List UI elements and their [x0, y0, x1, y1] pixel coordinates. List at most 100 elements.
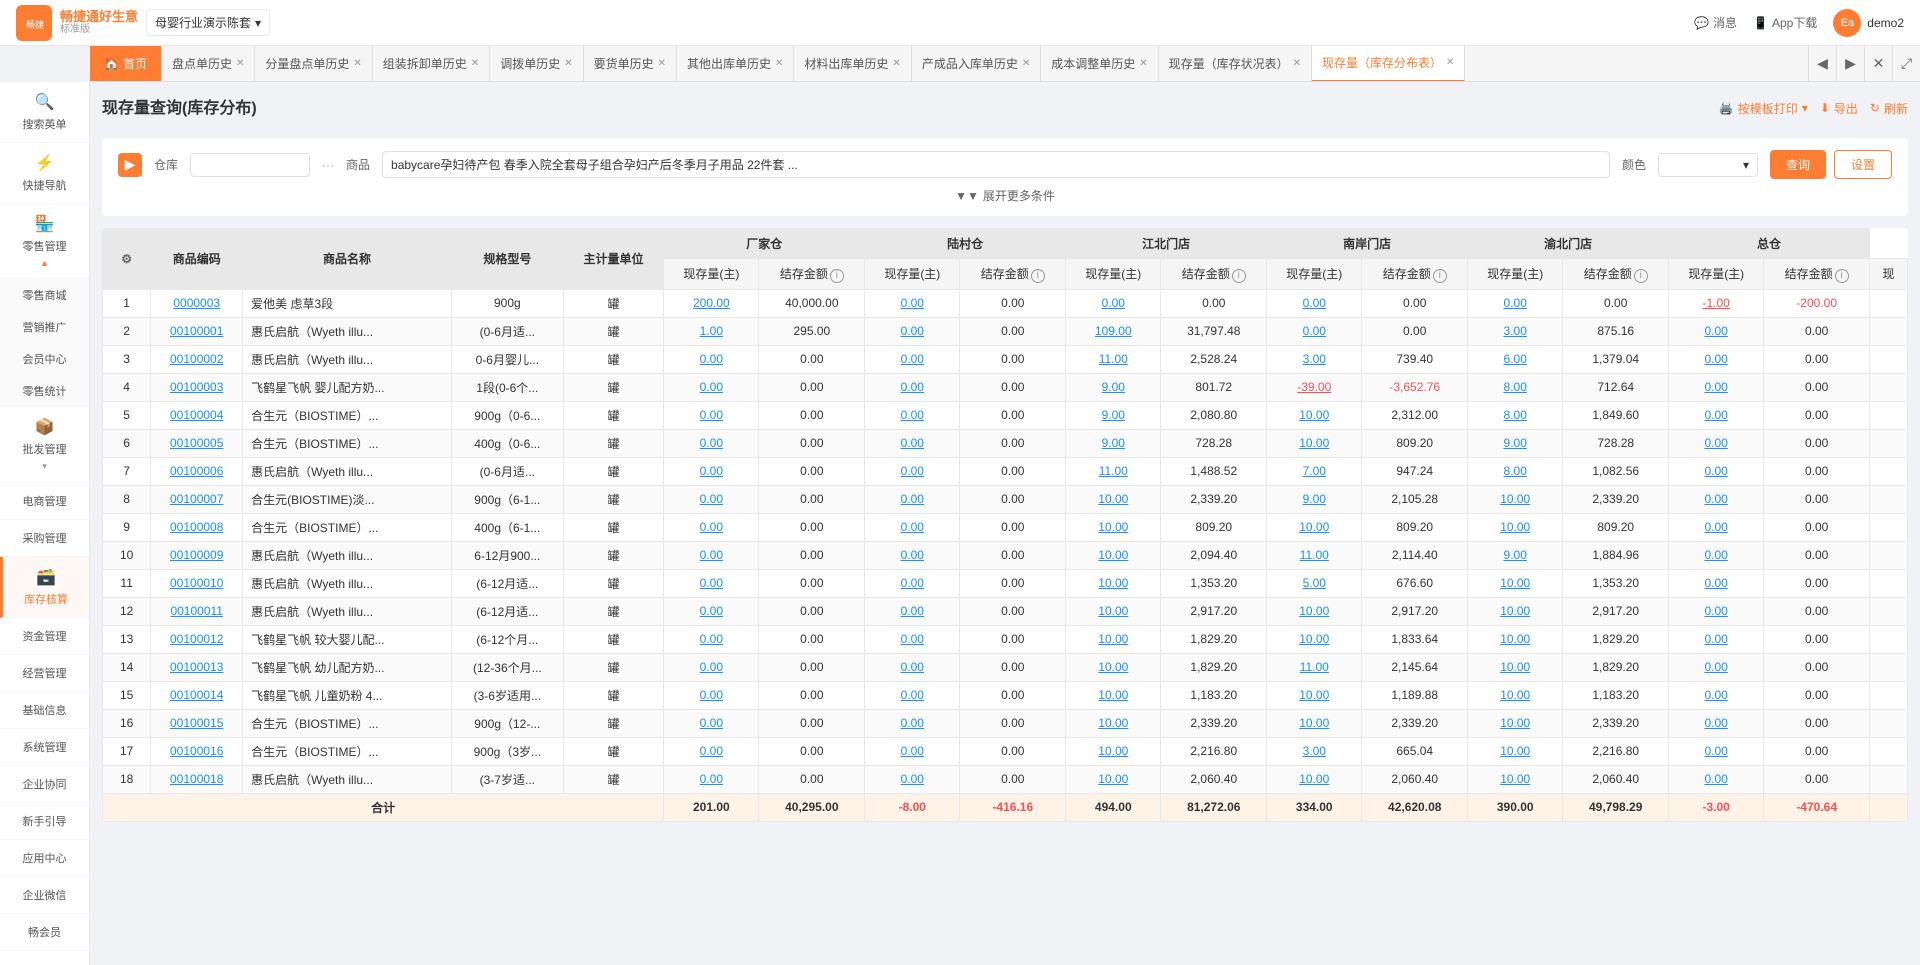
- jiangbei-qty-link[interactable]: 11.00: [1099, 352, 1128, 366]
- zongcang-qty-link[interactable]: 0.00: [1705, 632, 1728, 646]
- changjiia-qty-link[interactable]: 0.00: [700, 464, 723, 478]
- print-btn[interactable]: 🖨️ 按模板打印 ▾: [1719, 100, 1808, 117]
- jiangbei-qty-link[interactable]: 10.00: [1098, 520, 1128, 534]
- nanan-qty-link[interactable]: 11.00: [1300, 660, 1329, 674]
- yubei-qty-link[interactable]: 10.00: [1500, 632, 1530, 646]
- code-link[interactable]: 00100008: [170, 520, 223, 534]
- zongcang-qty-link[interactable]: 0.00: [1705, 772, 1728, 786]
- yubei-qty-link[interactable]: 10.00: [1500, 520, 1530, 534]
- yubei-qty-link[interactable]: 8.00: [1504, 380, 1527, 394]
- tab-split-stocktake[interactable]: 分量盘点单历史 ✕: [255, 46, 372, 82]
- lucun-qty-link[interactable]: 0.00: [901, 744, 924, 758]
- product-field[interactable]: babycare孕妇待产包 春季入院全套母子组合孕妇产后冬季月子用品 22件套 …: [382, 151, 1610, 178]
- lucun-qty-link[interactable]: 0.00: [901, 576, 924, 590]
- lucun-qty-link[interactable]: 0.00: [901, 352, 924, 366]
- user-profile[interactable]: Ea demo2: [1833, 9, 1904, 37]
- changjiia-qty-link[interactable]: 0.00: [700, 380, 723, 394]
- sidebar-item-members[interactable]: 畅会员: [0, 914, 89, 951]
- tab-next-btn[interactable]: ▶: [1836, 46, 1864, 82]
- tab-close-cost-adjust[interactable]: ✕: [1139, 58, 1147, 69]
- sidebar-item-guide[interactable]: 新手引导: [0, 803, 89, 840]
- changjiia-qty-link[interactable]: 0.00: [700, 548, 723, 562]
- sidebar-item-search[interactable]: 🔍 搜索英单: [0, 82, 89, 143]
- changjiia-qty-link[interactable]: 0.00: [700, 408, 723, 422]
- lucun-qty-link[interactable]: 0.00: [901, 604, 924, 618]
- code-link[interactable]: 00100011: [170, 604, 223, 618]
- app-download-btn[interactable]: 📱 App下载: [1753, 14, 1817, 31]
- nanan-qty-link[interactable]: 7.00: [1303, 464, 1326, 478]
- sidebar-item-apps[interactable]: 应用中心: [0, 840, 89, 877]
- nanan-qty-link[interactable]: 3.00: [1303, 352, 1326, 366]
- filter-toggle-btn[interactable]: ▶: [118, 153, 142, 177]
- yubei-qty-link[interactable]: 10.00: [1500, 744, 1530, 758]
- lucun-qty-link[interactable]: 0.00: [901, 772, 924, 786]
- nanan-qty-link[interactable]: 10.00: [1299, 688, 1329, 702]
- sidebar-item-purchase[interactable]: 采购管理: [0, 520, 89, 557]
- jiangbei-qty-link[interactable]: 9.00: [1102, 436, 1125, 450]
- changjiia-qty-link[interactable]: 0.00: [700, 492, 723, 506]
- yubei-qty-link[interactable]: 10.00: [1500, 772, 1530, 786]
- nanan-qty-link[interactable]: 9.00: [1303, 492, 1326, 506]
- yubei-qty-link[interactable]: 9.00: [1504, 436, 1527, 450]
- zongcang-qty-link[interactable]: 0.00: [1705, 716, 1728, 730]
- zongcang-qty-link[interactable]: 0.00: [1705, 408, 1728, 422]
- messages-btn[interactable]: 💬 消息: [1694, 14, 1737, 31]
- warehouse-input[interactable]: [190, 153, 310, 177]
- changjiia-qty-link[interactable]: 0.00: [700, 632, 723, 646]
- sidebar-item-member[interactable]: 会员中心: [0, 343, 89, 375]
- nanan-qty-link[interactable]: 11.00: [1300, 548, 1329, 562]
- nanan-qty-link[interactable]: 5.00: [1303, 576, 1326, 590]
- sidebar-item-finance[interactable]: 资金管理: [0, 618, 89, 655]
- lucun-qty-link[interactable]: 0.00: [901, 716, 924, 730]
- changjiia-qty-link[interactable]: 200.00: [693, 296, 730, 310]
- query-btn[interactable]: 查询: [1770, 150, 1826, 179]
- zongcang-qty-link[interactable]: 0.00: [1705, 520, 1728, 534]
- jiangbei-qty-link[interactable]: 10.00: [1098, 660, 1128, 674]
- tab-close-inventory-status[interactable]: ✕: [1293, 58, 1301, 69]
- changjiia-qty-link[interactable]: 0.00: [700, 604, 723, 618]
- yubei-qty-link[interactable]: 0.00: [1504, 296, 1527, 310]
- tab-close-all-btn[interactable]: ✕: [1864, 46, 1892, 82]
- tab-material-outbound[interactable]: 材料出库单历史 ✕: [794, 46, 911, 82]
- code-link[interactable]: 00100018: [170, 772, 223, 786]
- jiangbei-qty-link[interactable]: 9.00: [1102, 408, 1125, 422]
- tab-cost-adjust[interactable]: 成本调整单历史 ✕: [1041, 46, 1158, 82]
- yubei-qty-link[interactable]: 10.00: [1500, 688, 1530, 702]
- lucun-qty-link[interactable]: 0.00: [901, 436, 924, 450]
- jiangbei-qty-link[interactable]: 10.00: [1098, 744, 1128, 758]
- tab-other-outbound[interactable]: 其他出库单历史 ✕: [677, 46, 794, 82]
- changjiia-qty-link[interactable]: 0.00: [700, 352, 723, 366]
- info-icon-1[interactable]: i: [830, 269, 844, 283]
- tab-prev-btn[interactable]: ◀: [1808, 46, 1836, 82]
- changjiia-qty-link[interactable]: 0.00: [700, 772, 723, 786]
- tab-close-material-outbound[interactable]: ✕: [892, 58, 900, 69]
- code-link[interactable]: 00100002: [170, 352, 223, 366]
- tab-home[interactable]: 🏠 首页: [90, 46, 162, 82]
- changjiia-qty-link[interactable]: 0.00: [700, 744, 723, 758]
- nanan-qty-link[interactable]: 0.00: [1303, 324, 1326, 338]
- refresh-btn[interactable]: ↻ 刷新: [1870, 100, 1908, 117]
- sidebar-item-ecommerce[interactable]: 电商管理: [0, 483, 89, 520]
- jiangbei-qty-link[interactable]: 0.00: [1102, 296, 1125, 310]
- company-selector[interactable]: 母婴行业演示陈套 ▾: [146, 9, 270, 36]
- tab-inventory-dist[interactable]: 现存量（库存分布表） ✕: [1312, 46, 1465, 82]
- tab-close-requisition[interactable]: ✕: [658, 58, 666, 69]
- yubei-qty-link[interactable]: 6.00: [1504, 352, 1527, 366]
- code-link[interactable]: 00100001: [170, 324, 223, 338]
- info-icon-2[interactable]: i: [1031, 269, 1045, 283]
- changjiia-qty-link[interactable]: 0.00: [700, 660, 723, 674]
- code-link[interactable]: 00100016: [170, 744, 223, 758]
- yubei-qty-link[interactable]: 10.00: [1500, 604, 1530, 618]
- code-link[interactable]: 00100003: [170, 380, 223, 394]
- tab-stocktake-single[interactable]: 盘点单历史 ✕: [162, 46, 255, 82]
- jiangbei-qty-link[interactable]: 109.00: [1095, 324, 1132, 338]
- code-link[interactable]: 00100005: [170, 436, 223, 450]
- nanan-qty-link[interactable]: 3.00: [1303, 744, 1326, 758]
- tab-inventory-status[interactable]: 现存量（库存状况表） ✕: [1159, 46, 1312, 82]
- jiangbei-qty-link[interactable]: 10.00: [1098, 632, 1128, 646]
- lucun-qty-link[interactable]: 0.00: [901, 520, 924, 534]
- changjiia-qty-link[interactable]: 0.00: [700, 436, 723, 450]
- zongcang-qty-link[interactable]: 0.00: [1705, 576, 1728, 590]
- zongcang-qty-link[interactable]: 0.00: [1705, 660, 1728, 674]
- tab-fullscreen-btn[interactable]: ⤢: [1892, 46, 1920, 82]
